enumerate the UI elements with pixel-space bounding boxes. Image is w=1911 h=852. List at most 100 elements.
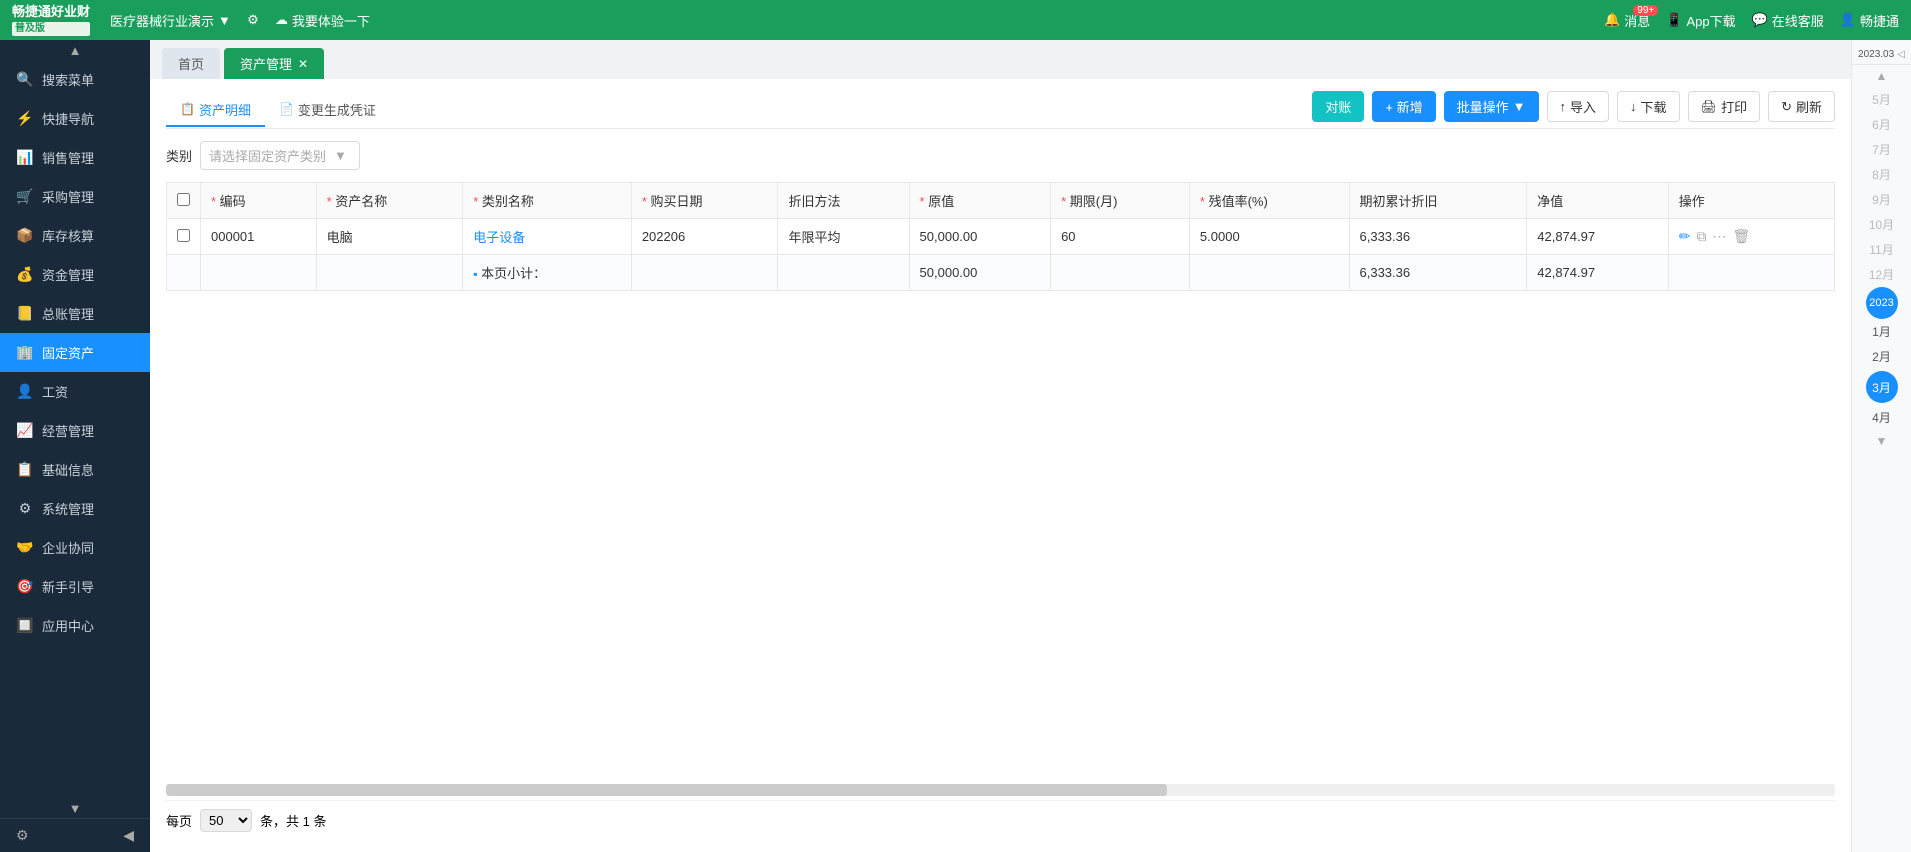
sidebar-nav: 🔍 搜索菜单 ⚡ 快捷导航 📊 销售管理 🛒 采购管理 📦 库存核算 xyxy=(0,60,150,798)
month-5[interactable]: 5月 xyxy=(1852,87,1911,112)
tab-home[interactable]: 首页 xyxy=(162,48,220,79)
row-period: 60 xyxy=(1051,219,1190,255)
experience-button[interactable]: ☁ 我要体验一下 xyxy=(275,11,370,30)
sidebar-scroll-up[interactable]: ▲ xyxy=(0,40,150,60)
row-original-value: 50,000.00 xyxy=(909,219,1051,255)
per-page-select[interactable]: 10 20 50 100 xyxy=(200,809,252,832)
sidebar-item-basic[interactable]: 📋 基础信息 xyxy=(0,450,150,489)
sidebar-item-cooperation[interactable]: 🤝 企业协同 xyxy=(0,528,150,567)
import-icon: ↑ xyxy=(1560,99,1567,114)
row-checkbox[interactable] xyxy=(177,229,190,242)
edit-icon[interactable]: ✏ xyxy=(1679,228,1691,245)
funds-icon: 💰 xyxy=(16,266,34,283)
subtab-change-voucher[interactable]: 📄 变更生成凭证 xyxy=(265,94,390,127)
download-button[interactable]: ↓ 下载 xyxy=(1617,91,1680,122)
month-1[interactable]: 1月 xyxy=(1852,319,1911,344)
month-7[interactable]: 7月 xyxy=(1852,137,1911,162)
messages-button[interactable]: 🔔 消息 99+ xyxy=(1604,11,1650,30)
sidebar-label-cooperation: 企业协同 xyxy=(42,538,94,557)
subtotal-blank-2 xyxy=(201,255,317,291)
sidebar-item-quicknav[interactable]: ⚡ 快捷导航 xyxy=(0,99,150,138)
sidebar-item-ledger[interactable]: 📒 总账管理 xyxy=(0,294,150,333)
cooperation-icon: 🤝 xyxy=(16,539,34,556)
sidebar-item-purchase[interactable]: 🛒 采购管理 xyxy=(0,177,150,216)
current-year-label[interactable]: 2023 xyxy=(1866,287,1898,319)
messages-badge: 99+ xyxy=(1633,5,1658,16)
sidebar-settings-icon[interactable]: ⚙ xyxy=(16,827,29,844)
th-action: 操作 xyxy=(1668,183,1834,219)
basic-icon: 📋 xyxy=(16,461,34,478)
user-button[interactable]: 👤 畅捷通 xyxy=(1840,11,1899,30)
month-9[interactable]: 9月 xyxy=(1852,187,1911,212)
filter-category-label: 类别 xyxy=(166,146,192,165)
month-11[interactable]: 11月 xyxy=(1852,237,1911,262)
select-all-checkbox[interactable] xyxy=(177,193,190,206)
sidebar-item-payroll[interactable]: 👤 工资 xyxy=(0,372,150,411)
sidebar-collapse-button[interactable]: ◀ xyxy=(123,827,134,844)
tab-asset-mgmt[interactable]: 资产管理 ✕ xyxy=(224,48,324,79)
mgmt-icon: 📈 xyxy=(16,422,34,439)
sidebar-item-inventory[interactable]: 📦 库存核算 xyxy=(0,216,150,255)
subtotal-blank-1 xyxy=(167,255,201,291)
sidebar-item-funds[interactable]: 💰 资金管理 xyxy=(0,255,150,294)
th-residual-rate: * 残值率(%) xyxy=(1189,183,1349,219)
month-12[interactable]: 12月 xyxy=(1852,262,1911,287)
copy-icon[interactable]: ⧉ xyxy=(1697,228,1707,245)
sidebar-item-mgmt[interactable]: 📈 经营管理 xyxy=(0,411,150,450)
inventory-icon: 📦 xyxy=(16,227,34,244)
sidebar-label-guide: 新手引导 xyxy=(42,577,94,596)
month-8[interactable]: 8月 xyxy=(1852,162,1911,187)
sidebar-scroll-down[interactable]: ▼ xyxy=(0,798,150,818)
topbar: 畅捷通好业财 普及版 医疗器械行业演示 ▼ ⚙ ☁ 我要体验一下 🔔 消息 99… xyxy=(0,0,1911,40)
reconcile-button[interactable]: 对账 xyxy=(1312,91,1364,122)
content-area: 首页 资产管理 ✕ 📋 资产明细 📄 变更生成凭证 xyxy=(150,40,1851,852)
page-content: 📋 资产明细 📄 变更生成凭证 对账 + 新增 xyxy=(150,79,1851,852)
service-icon: 💬 xyxy=(1752,12,1768,28)
sidebar-label-ledger: 总账管理 xyxy=(42,304,94,323)
cloud-icon: ☁ xyxy=(275,12,288,28)
user-icon: 👤 xyxy=(1840,12,1856,28)
apps-icon: 🔲 xyxy=(16,617,34,634)
refresh-label: 刷新 xyxy=(1796,97,1822,116)
panel-collapse-icon[interactable]: ◁ xyxy=(1897,49,1905,60)
panel-up-arrow[interactable]: ▲ xyxy=(1872,65,1892,87)
topbar-right: 🔔 消息 99+ 📱 App下载 💬 在线客服 👤 畅捷通 xyxy=(1604,11,1899,30)
app-download-button[interactable]: 📱 App下载 xyxy=(1666,11,1735,30)
month-2[interactable]: 2月 xyxy=(1852,344,1911,369)
company-dropdown-icon: ▼ xyxy=(218,13,231,28)
sidebar-item-search[interactable]: 🔍 搜索菜单 xyxy=(0,60,150,99)
print-button[interactable]: 🖨 打印 xyxy=(1688,91,1761,122)
print-label: 打印 xyxy=(1721,97,1747,116)
topbar-settings-button[interactable]: ⚙ xyxy=(239,6,267,34)
subtotal-label: ▪ 本页小计： xyxy=(463,255,632,291)
company-selector[interactable]: 医疗器械行业演示 ▼ xyxy=(110,11,231,30)
panel-down-arrow[interactable]: ▼ xyxy=(1872,430,1892,452)
import-button[interactable]: ↑ 导入 xyxy=(1547,91,1610,122)
more-icon[interactable]: ⋯ xyxy=(1713,228,1727,245)
sidebar-item-sales[interactable]: 📊 销售管理 xyxy=(0,138,150,177)
online-service-button[interactable]: 💬 在线客服 xyxy=(1752,11,1824,30)
refresh-button[interactable]: ↻ 刷新 xyxy=(1768,91,1835,122)
online-service-label: 在线客服 xyxy=(1772,11,1824,30)
change-voucher-icon: 📄 xyxy=(279,102,294,116)
bell-icon: 🔔 xyxy=(1604,12,1620,28)
sidebar-label-search: 搜索菜单 xyxy=(42,70,94,89)
month-4[interactable]: 4月 xyxy=(1852,405,1911,430)
sidebar-item-guide[interactable]: 🎯 新手引导 xyxy=(0,567,150,606)
month-3[interactable]: 3月 xyxy=(1866,371,1898,403)
sidebar-item-apps[interactable]: 🔲 应用中心 xyxy=(0,606,150,645)
right-panel-header: 2023.03 ◁ xyxy=(1852,44,1911,65)
row-accumulated-depreciation: 6,333.36 xyxy=(1349,219,1527,255)
sidebar-item-system[interactable]: ⚙ 系统管理 xyxy=(0,489,150,528)
delete-icon[interactable]: 🗑 xyxy=(1733,228,1751,245)
sidebar-item-fixed[interactable]: 🏢 固定资产 xyxy=(0,333,150,372)
month-6[interactable]: 6月 xyxy=(1852,112,1911,137)
batch-button[interactable]: 批量操作 ▼ xyxy=(1444,91,1539,122)
tab-close-icon[interactable]: ✕ xyxy=(298,57,308,71)
subtabs: 📋 资产明细 📄 变更生成凭证 对账 + 新增 xyxy=(166,91,1835,129)
month-10[interactable]: 10月 xyxy=(1852,212,1911,237)
th-code: * 编码 xyxy=(201,183,317,219)
filter-category-select[interactable]: 请选择固定资产类别 ▼ xyxy=(200,141,360,170)
new-button[interactable]: + 新增 xyxy=(1372,91,1435,122)
subtab-asset-detail[interactable]: 📋 资产明细 xyxy=(166,94,265,127)
